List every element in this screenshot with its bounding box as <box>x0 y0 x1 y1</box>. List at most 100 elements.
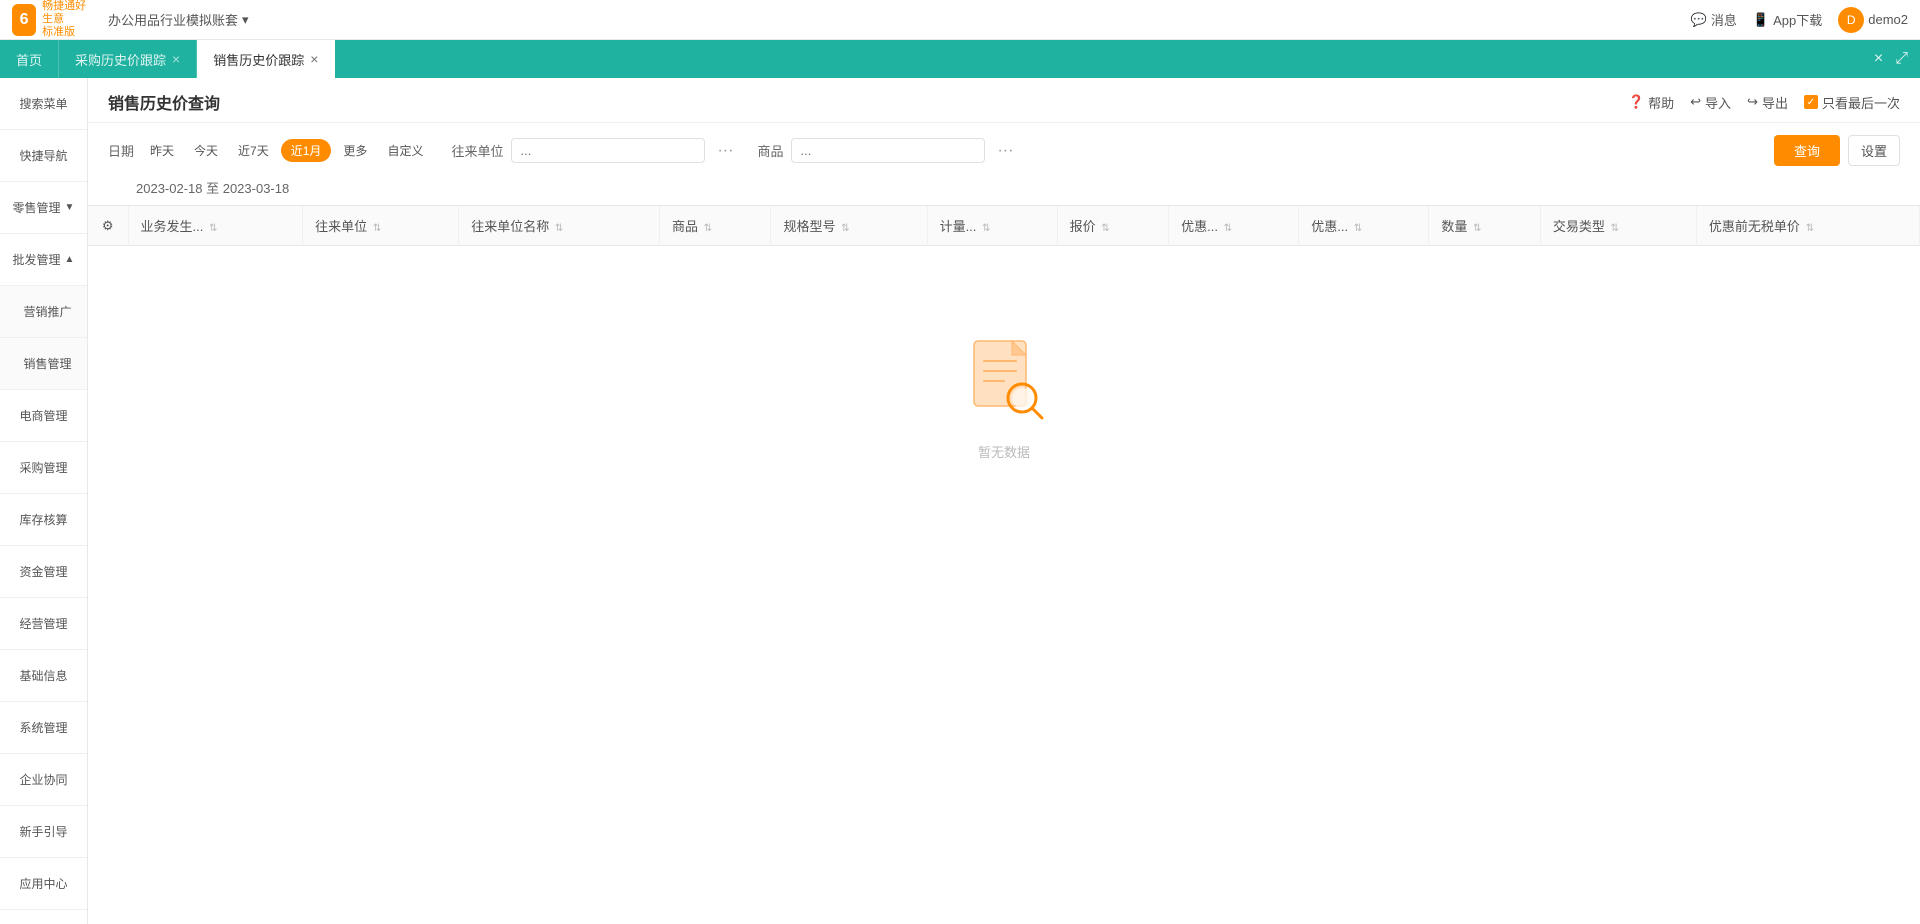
date-range-display: 2023-02-18 至 2023-03-18 <box>88 178 1920 205</box>
th-partner-name[interactable]: 往来单位名称 ⇅ <box>459 206 660 246</box>
sort-arrows-pretax-price: ⇅ <box>1806 223 1814 234</box>
partner-filter-input[interactable] <box>511 138 705 163</box>
import-icon: ↩ <box>1690 94 1701 110</box>
sidebar-item-purchase-mgmt[interactable]: 采购管理 <box>0 442 87 494</box>
header-right: 💬 消息 📱 App下载 D demo2 <box>1691 7 1908 33</box>
sidebar-item-sales-mgmt[interactable]: 销售管理 <box>0 338 87 390</box>
date-option-last7days[interactable]: 近7天 <box>230 139 277 162</box>
tab-purchase-history-close[interactable]: × <box>172 52 180 66</box>
th-settings[interactable]: ⚙ <box>88 206 128 246</box>
message-icon: 💬 <box>1691 12 1707 28</box>
sidebar-item-ecommerce-mgmt[interactable]: 电商管理 <box>0 390 87 442</box>
filter-bar: 日期 昨天 今天 近7天 近1月 更多 自定义 往来单位 ··· 商品 ··· <box>88 123 1920 178</box>
user-menu[interactable]: D demo2 <box>1838 7 1908 33</box>
th-quote[interactable]: 报价 ⇅ <box>1057 206 1169 246</box>
sort-arrows-goods: ⇅ <box>704 223 712 234</box>
close-window-button[interactable]: × <box>1874 50 1883 68</box>
system-mgmt-label: 系统管理 <box>19 719 67 736</box>
inventory-label: 库存核算 <box>19 511 67 528</box>
table-container: ⚙ 业务发生... ⇅ 往来单位 ⇅ 往来单位名称 ⇅ <box>88 205 1920 924</box>
th-quantity[interactable]: 数量 ⇅ <box>1429 206 1541 246</box>
partner-filter-label: 往来单位 <box>451 141 503 160</box>
tab-purchase-history[interactable]: 采购历史价跟踪 × <box>59 40 197 78</box>
import-button[interactable]: ↩ 导入 <box>1690 93 1731 112</box>
th-pretax-price[interactable]: 优惠前无税单价 ⇅ <box>1696 206 1919 246</box>
logo-text: 畅捷通好生意 标准版 <box>42 0 92 39</box>
date-option-more[interactable]: 更多 <box>335 139 375 162</box>
date-option-yesterday[interactable]: 昨天 <box>142 139 182 162</box>
tab-sales-history-close[interactable]: × <box>310 52 318 66</box>
date-options: 昨天 今天 近7天 近1月 更多 自定义 <box>142 139 431 162</box>
sidebar-item-enterprise-collab[interactable]: 企业协同 <box>0 754 87 806</box>
date-option-last1month[interactable]: 近1月 <box>281 139 332 162</box>
sidebar-item-basic-info[interactable]: 基础信息 <box>0 650 87 702</box>
goods-filter-input[interactable] <box>791 138 985 163</box>
tab-purchase-history-label: 采购历史价跟踪 <box>75 50 166 69</box>
query-button[interactable]: 查询 <box>1774 135 1840 166</box>
sidebar-item-enterprise-wechat[interactable]: 企业微信 <box>0 910 87 924</box>
wholesale-mgmt-arrow: ▲ <box>65 254 75 265</box>
sidebar-item-new-guide[interactable]: 新手引导 <box>0 806 87 858</box>
app-download-button[interactable]: 📱 App下载 <box>1753 10 1822 29</box>
chevron-down-icon: ▾ <box>242 12 249 28</box>
operations-mgmt-label: 经营管理 <box>19 615 67 632</box>
date-filter-label: 日期 <box>108 141 134 160</box>
fullscreen-button[interactable]: ⤢ <box>1895 50 1908 68</box>
wholesale-mgmt-label: 批发管理 <box>13 251 61 268</box>
goods-filter-more[interactable]: ··· <box>993 142 1017 160</box>
sidebar-item-quick-nav[interactable]: 快捷导航 <box>0 130 87 182</box>
date-option-custom[interactable]: 自定义 <box>379 139 431 162</box>
settings-button[interactable]: 设置 <box>1848 135 1900 166</box>
main-layout: 搜索菜单 快捷导航 零售管理 ▼ 批发管理 ▲ 营销推广 销售管理 电商管理 采… <box>0 78 1920 924</box>
th-spec[interactable]: 规格型号 ⇅ <box>771 206 927 246</box>
sort-arrows-quantity: ⇅ <box>1473 223 1481 234</box>
th-unit[interactable]: 计量... ⇅ <box>927 206 1057 246</box>
sidebar-item-operations-mgmt[interactable]: 经营管理 <box>0 598 87 650</box>
sidebar-item-marketing[interactable]: 营销推广 <box>0 286 87 338</box>
app-selector-label: 办公用品行业模拟账套 <box>108 10 238 29</box>
sort-arrows-trade-type: ⇅ <box>1610 223 1618 234</box>
tab-home-label: 首页 <box>16 50 42 69</box>
th-partner-code[interactable]: 往来单位 ⇅ <box>303 206 459 246</box>
settings-icon: ⚙ <box>102 218 114 233</box>
sidebar: 搜索菜单 快捷导航 零售管理 ▼ 批发管理 ▲ 营销推广 销售管理 电商管理 采… <box>0 78 88 924</box>
export-button[interactable]: ↪ 导出 <box>1747 93 1788 112</box>
sidebar-item-finance-mgmt[interactable]: 资金管理 <box>0 546 87 598</box>
app-selector[interactable]: 办公用品行业模拟账套 ▾ <box>100 6 257 33</box>
logo-area: 6 畅捷通好生意 标准版 <box>12 0 92 39</box>
table-header-row: ⚙ 业务发生... ⇅ 往来单位 ⇅ 往来单位名称 ⇅ <box>88 206 1920 246</box>
th-goods[interactable]: 商品 ⇅ <box>659 206 771 246</box>
th-trade-type[interactable]: 交易类型 ⇅ <box>1540 206 1696 246</box>
sidebar-item-app-center[interactable]: 应用中心 <box>0 858 87 910</box>
empty-illustration <box>954 326 1054 426</box>
sidebar-item-wholesale-mgmt[interactable]: 批发管理 ▲ <box>0 234 87 286</box>
sidebar-item-retail-mgmt[interactable]: 零售管理 ▼ <box>0 182 87 234</box>
th-biz-date[interactable]: 业务发生... ⇅ <box>128 206 303 246</box>
tab-sales-history[interactable]: 销售历史价跟踪 × <box>197 40 335 78</box>
logo-icon: 6 <box>12 4 36 36</box>
date-option-today[interactable]: 今天 <box>186 139 226 162</box>
th-discount2[interactable]: 优惠... ⇅ <box>1299 206 1429 246</box>
tab-home[interactable]: 首页 <box>0 40 59 78</box>
finance-mgmt-label: 资金管理 <box>19 563 67 580</box>
enterprise-collab-label: 企业协同 <box>19 771 67 788</box>
partner-filter-more[interactable]: ··· <box>713 142 737 160</box>
partner-filter-group: 往来单位 ··· <box>451 138 737 163</box>
only-last-checkbox[interactable]: ✓ 只看最后一次 <box>1804 93 1900 112</box>
purchase-mgmt-label: 采购管理 <box>19 459 67 476</box>
sort-arrows-quote: ⇅ <box>1101 223 1109 234</box>
sidebar-item-search-menu[interactable]: 搜索菜单 <box>0 78 87 130</box>
help-button[interactable]: ❓ 帮助 <box>1628 93 1674 112</box>
quick-nav-label: 快捷导航 <box>19 147 67 164</box>
ecommerce-mgmt-label: 电商管理 <box>19 407 67 424</box>
sort-arrows-spec: ⇅ <box>841 223 849 234</box>
avatar: D <box>1838 7 1864 33</box>
sidebar-item-inventory[interactable]: 库存核算 <box>0 494 87 546</box>
message-button[interactable]: 💬 消息 <box>1691 10 1737 29</box>
help-icon: ❓ <box>1628 94 1644 110</box>
sort-arrows-unit: ⇅ <box>982 223 990 234</box>
sidebar-item-system-mgmt[interactable]: 系统管理 <box>0 702 87 754</box>
page-header: 销售历史价查询 ❓ 帮助 ↩ 导入 ↪ 导出 ✓ 只看最后一次 <box>88 78 1920 123</box>
new-guide-label: 新手引导 <box>19 823 67 840</box>
th-discount1[interactable]: 优惠... ⇅ <box>1169 206 1299 246</box>
